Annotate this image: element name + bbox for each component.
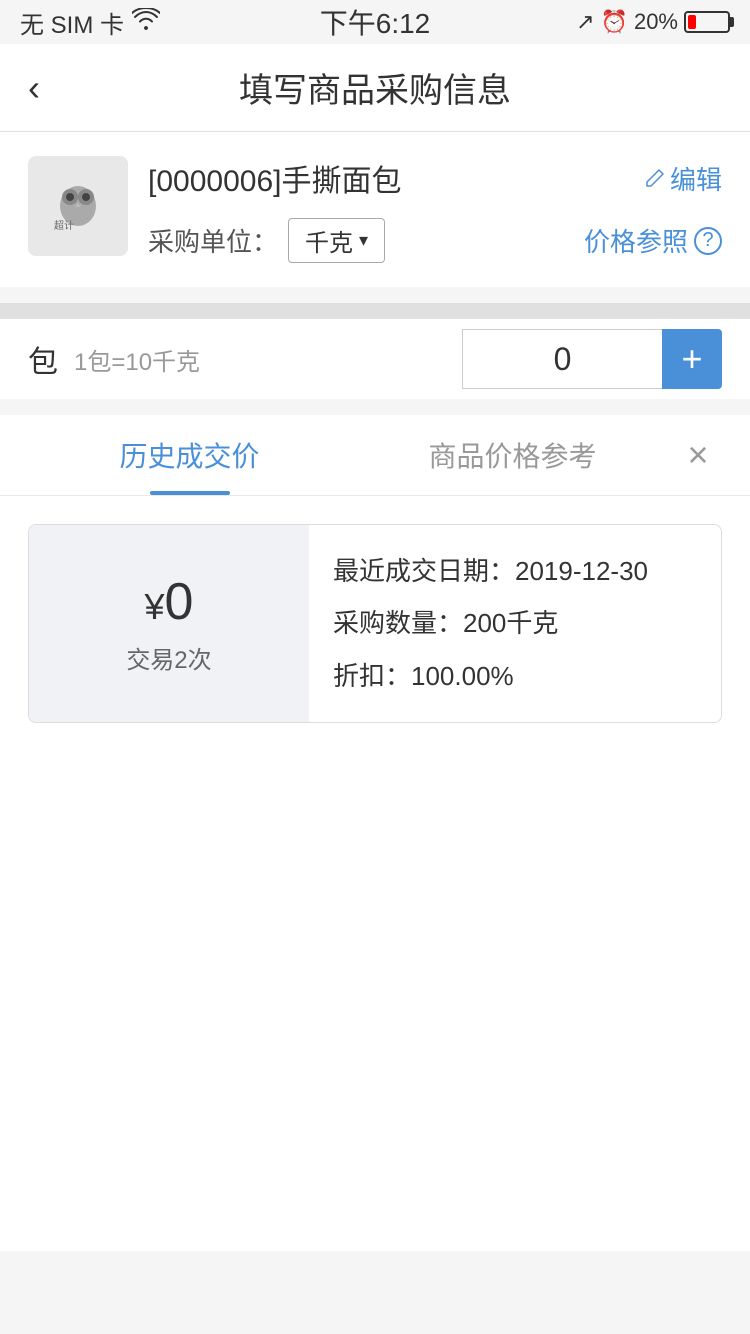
history-card: ¥0 交易2次 最近成交日期：2019-12-30 采购数量：200千克 折扣：… (28, 524, 722, 723)
product-section: 超计 [0000006]手撕面包 编辑 采购单位： (0, 132, 750, 287)
status-bar: 无 SIM 卡 下午6:12 ↗ ⏰ 20% (0, 0, 750, 44)
product-thumbnail: 超计 (28, 156, 128, 256)
tab-close-button[interactable]: × (674, 431, 722, 479)
price-reference-button[interactable]: 价格参照 ? (584, 222, 722, 259)
svg-text:超计: 超计 (54, 219, 74, 231)
history-content: ¥0 交易2次 最近成交日期：2019-12-30 采购数量：200千克 折扣：… (0, 496, 750, 751)
carrier-text: 无 SIM 卡 (20, 5, 124, 40)
history-price-section: ¥0 交易2次 (29, 525, 309, 722)
battery-percent: 20% (634, 9, 678, 35)
wifi-icon (132, 8, 160, 37)
history-price-value: ¥0 (145, 572, 194, 632)
tab-price-reference[interactable]: 商品价格参考 (351, 415, 674, 495)
product-name: [0000006]手撕面包 (148, 156, 401, 200)
purchase-unit-label: 采购单位： (148, 222, 278, 259)
quantity-unit: 包 (28, 337, 58, 381)
tabs-section: 历史成交价 商品价格参考 × ¥0 交易2次 最近成交日期：2019-12-30… (0, 415, 750, 751)
empty-area (0, 751, 750, 1251)
status-time: 下午6:12 (320, 2, 431, 42)
quantity-input-row: + (462, 329, 722, 389)
product-name-row: [0000006]手撕面包 编辑 (148, 156, 722, 200)
chevron-down-icon: ▾ (359, 230, 368, 251)
unit-conversion: 1包=10千克 (74, 342, 200, 377)
purchase-unit-row: 采购单位： 千克 ▾ 价格参照 ? (148, 218, 722, 263)
question-icon: ? (694, 227, 722, 255)
location-icon: ↗ (576, 9, 594, 35)
recent-date-row: 最近成交日期：2019-12-30 (333, 553, 697, 589)
purchase-qty-row: 采购数量：200千克 (333, 605, 697, 641)
battery-icon (684, 11, 730, 33)
page-title: 填写商品采购信息 (239, 63, 511, 112)
product-row: 超计 [0000006]手撕面包 编辑 采购单位： (28, 156, 722, 263)
product-image-icon: 超计 (48, 171, 108, 241)
alarm-icon: ⏰ (601, 9, 628, 35)
edit-button[interactable]: 编辑 (644, 160, 722, 197)
quantity-input[interactable] (462, 329, 662, 389)
back-button[interactable]: ‹ (28, 67, 40, 109)
nav-bar: ‹ 填写商品采购信息 (0, 44, 750, 132)
quantity-plus-button[interactable]: + (662, 329, 722, 389)
discount-row: 折扣：100.00% (333, 658, 697, 694)
quantity-label-row: 包 1包=10千克 (28, 337, 200, 381)
product-info: [0000006]手撕面包 编辑 采购单位： 千克 ▾ (148, 156, 722, 263)
divider-bar (0, 303, 750, 319)
status-right: ↗ ⏰ 20% (576, 9, 730, 35)
tab-history-price[interactable]: 历史成交价 (28, 415, 351, 495)
quantity-section: 包 1包=10千克 + (0, 319, 750, 399)
currency-symbol: ¥ (145, 586, 165, 627)
history-trade-count: 交易2次 (126, 640, 211, 675)
history-details-section: 最近成交日期：2019-12-30 采购数量：200千克 折扣：100.00% (309, 525, 721, 722)
tabs-header: 历史成交价 商品价格参考 × (0, 415, 750, 496)
unit-select-dropdown[interactable]: 千克 ▾ (288, 218, 385, 263)
unit-label-group: 采购单位： 千克 ▾ (148, 218, 385, 263)
status-left: 无 SIM 卡 (20, 5, 160, 40)
